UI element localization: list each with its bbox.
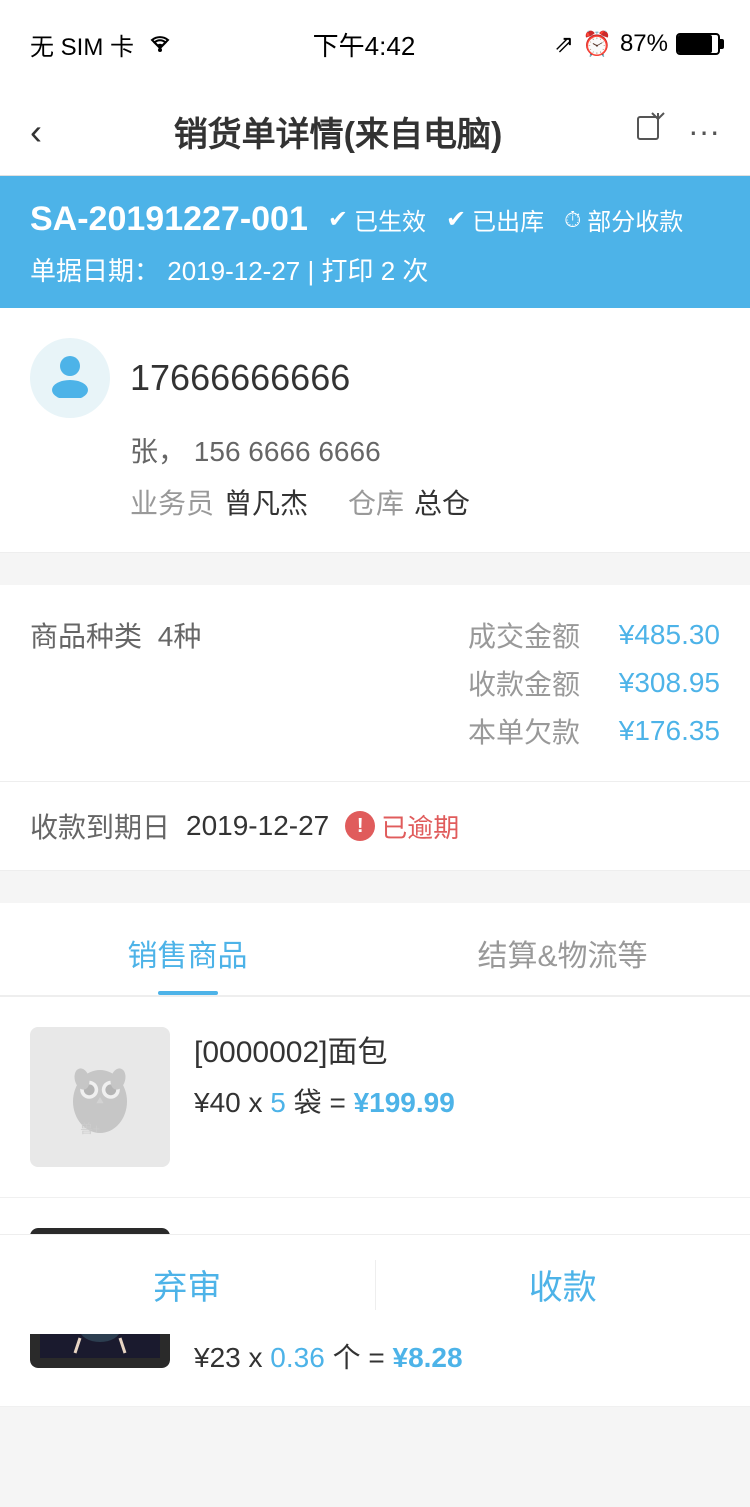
amount-value: ¥485.30: [600, 619, 720, 651]
product-name-1: [0000002]面包: [194, 1027, 720, 1071]
back-button[interactable]: ‹: [30, 111, 42, 153]
bottom-spacer: [0, 1407, 750, 1507]
product-item: 兽+ [0000002]面包 ¥40 x 5 袋 = ¥199.99: [0, 997, 750, 1198]
order-id-row: SA-20191227-001 ✔ 已生效 ✔ 已出库 ⏱ 部分收款: [30, 200, 720, 239]
product-total-1: ¥199.99: [354, 1087, 455, 1118]
product-image-placeholder-1: 兽+: [30, 1027, 170, 1167]
section-gap-1: [0, 553, 750, 569]
confirm-button[interactable]: 收款: [376, 1240, 750, 1329]
status-partial-label: 部分收款: [587, 202, 683, 237]
product-price-2: ¥23: [194, 1342, 241, 1373]
order-header: SA-20191227-001 ✔ 已生效 ✔ 已出库 ⏱ 部分收款 单据日期：…: [0, 176, 750, 308]
date-value: 2019-12-27: [167, 256, 300, 286]
page-title: 销货单详情(来自电脑): [174, 107, 503, 156]
sales-label: 业务员: [130, 482, 214, 522]
due-section: 收款到期日 2019-12-27 ! 已逾期: [0, 782, 750, 871]
date-label: 单据日期：: [30, 256, 160, 286]
location-icon: ⇗: [554, 30, 574, 59]
wifi-icon: [146, 30, 174, 59]
status-active-label: 已生效: [354, 202, 426, 237]
status-bar: 无 SIM 卡 下午4:42 ⇗ ⏰ 87%: [0, 0, 750, 88]
tabs-section: 销售商品 结算&物流等: [0, 903, 750, 997]
stats-section: 商品种类 4种 成交金额 ¥485.30 收款金额 ¥308.95 本单欠款 ¥…: [0, 585, 750, 782]
product-info-1: [0000002]面包 ¥40 x 5 袋 = ¥199.99: [194, 1027, 720, 1121]
product-thumb-1: 兽+: [30, 1027, 170, 1167]
received-row: 收款金额 ¥308.95: [468, 663, 720, 703]
type-count: 4种: [158, 621, 202, 652]
product-price-row-2: ¥23 x 0.36 个 = ¥8.28: [194, 1336, 720, 1376]
product-multiply-1: x: [249, 1087, 271, 1118]
battery-icon: [676, 33, 720, 55]
customer-info-row: 业务员 曾凡杰 仓库 总仓: [130, 482, 720, 522]
product-type-info: 商品种类 4种: [30, 615, 201, 655]
nav-actions: ···: [634, 111, 720, 153]
status-right: ⇗ ⏰ 87%: [554, 30, 720, 59]
overdue-text: 已逾期: [381, 808, 459, 845]
overdue-badge: ! 已逾期: [345, 808, 459, 845]
user-icon: [45, 348, 95, 409]
print-suffix: 次: [402, 256, 428, 286]
print-label: | 打印: [307, 256, 373, 286]
warehouse-label: 仓库: [348, 482, 404, 522]
financial-stats: 成交金额 ¥485.30 收款金额 ¥308.95 本单欠款 ¥176.35: [468, 615, 720, 751]
owed-row: 本单欠款 ¥176.35: [468, 711, 720, 751]
tab-settlement[interactable]: 结算&物流等: [375, 903, 750, 995]
carrier-text: 无 SIM 卡: [30, 27, 134, 62]
received-value: ¥308.95: [600, 667, 720, 699]
section-gap-2: [0, 871, 750, 887]
product-qty-1: 5: [270, 1087, 286, 1118]
sales-info: 业务员 曾凡杰: [130, 482, 308, 522]
product-unit-2: 个: [333, 1342, 361, 1373]
type-label: 商品种类: [30, 621, 142, 652]
product-unit-1: 袋: [294, 1087, 322, 1118]
product-list: 兽+ [0000002]面包 ¥40 x 5 袋 = ¥199.99: [0, 997, 750, 1407]
product-equals-1: =: [329, 1087, 353, 1118]
status-shipped-label: 已出库: [472, 202, 544, 237]
svg-text:兽+: 兽+: [80, 1122, 100, 1136]
status-time: 下午4:42: [313, 26, 416, 63]
amount-label: 成交金额: [468, 615, 580, 655]
owed-value: ¥176.35: [600, 715, 720, 747]
customer-row: 17666666666: [30, 338, 720, 418]
product-price-row-1: ¥40 x 5 袋 = ¥199.99: [194, 1081, 720, 1121]
cancel-button[interactable]: 弃审: [0, 1240, 375, 1329]
status-left: 无 SIM 卡: [30, 27, 174, 62]
customer-account-id: 17666666666: [130, 357, 350, 399]
overdue-dot-icon: !: [345, 811, 375, 841]
due-label: 收款到期日: [30, 806, 170, 846]
status-badge-partial: ⏱ 部分收款: [564, 202, 683, 237]
amount-row: 成交金额 ¥485.30: [468, 615, 720, 655]
more-icon[interactable]: ···: [688, 113, 720, 150]
warehouse-info: 仓库 总仓: [348, 482, 470, 522]
status-badge-shipped: ✔ 已出库: [446, 202, 544, 237]
tab-settlement-label: 结算&物流等: [477, 940, 647, 973]
order-date-row: 单据日期： 2019-12-27 | 打印 2 次: [30, 251, 720, 288]
received-label: 收款金额: [468, 663, 580, 703]
due-date-value: 2019-12-27: [186, 810, 329, 842]
check-icon-2: ✔: [446, 205, 466, 234]
customer-phone: 张， 156 6666 6666: [130, 430, 720, 470]
tab-products[interactable]: 销售商品: [0, 903, 375, 995]
nav-bar: ‹ 销货单详情(来自电脑) ···: [0, 88, 750, 176]
order-id: SA-20191227-001: [30, 200, 308, 239]
bottom-bar: 弃审 收款: [0, 1234, 750, 1334]
check-icon-1: ✔: [328, 205, 348, 234]
share-icon[interactable]: [634, 111, 668, 153]
tab-products-label: 销售商品: [128, 940, 248, 973]
clock-icon: ⏱: [564, 207, 581, 233]
warehouse-value: 总仓: [414, 482, 470, 522]
product-equals-2: =: [368, 1342, 392, 1373]
print-count: 2: [381, 256, 395, 286]
avatar: [30, 338, 110, 418]
owed-label: 本单欠款: [468, 711, 580, 751]
product-qty-2: 0.36: [270, 1342, 325, 1373]
product-multiply-2: x: [249, 1342, 271, 1373]
alarm-icon: ⏰: [582, 30, 612, 59]
battery-percent: 87%: [620, 30, 668, 58]
product-price-1: ¥40: [194, 1087, 241, 1118]
status-badge-active: ✔ 已生效: [328, 202, 426, 237]
product-total-2: ¥8.28: [393, 1342, 463, 1373]
customer-section: 17666666666 张， 156 6666 6666 业务员 曾凡杰 仓库 …: [0, 308, 750, 553]
sales-value: 曾凡杰: [224, 482, 308, 522]
